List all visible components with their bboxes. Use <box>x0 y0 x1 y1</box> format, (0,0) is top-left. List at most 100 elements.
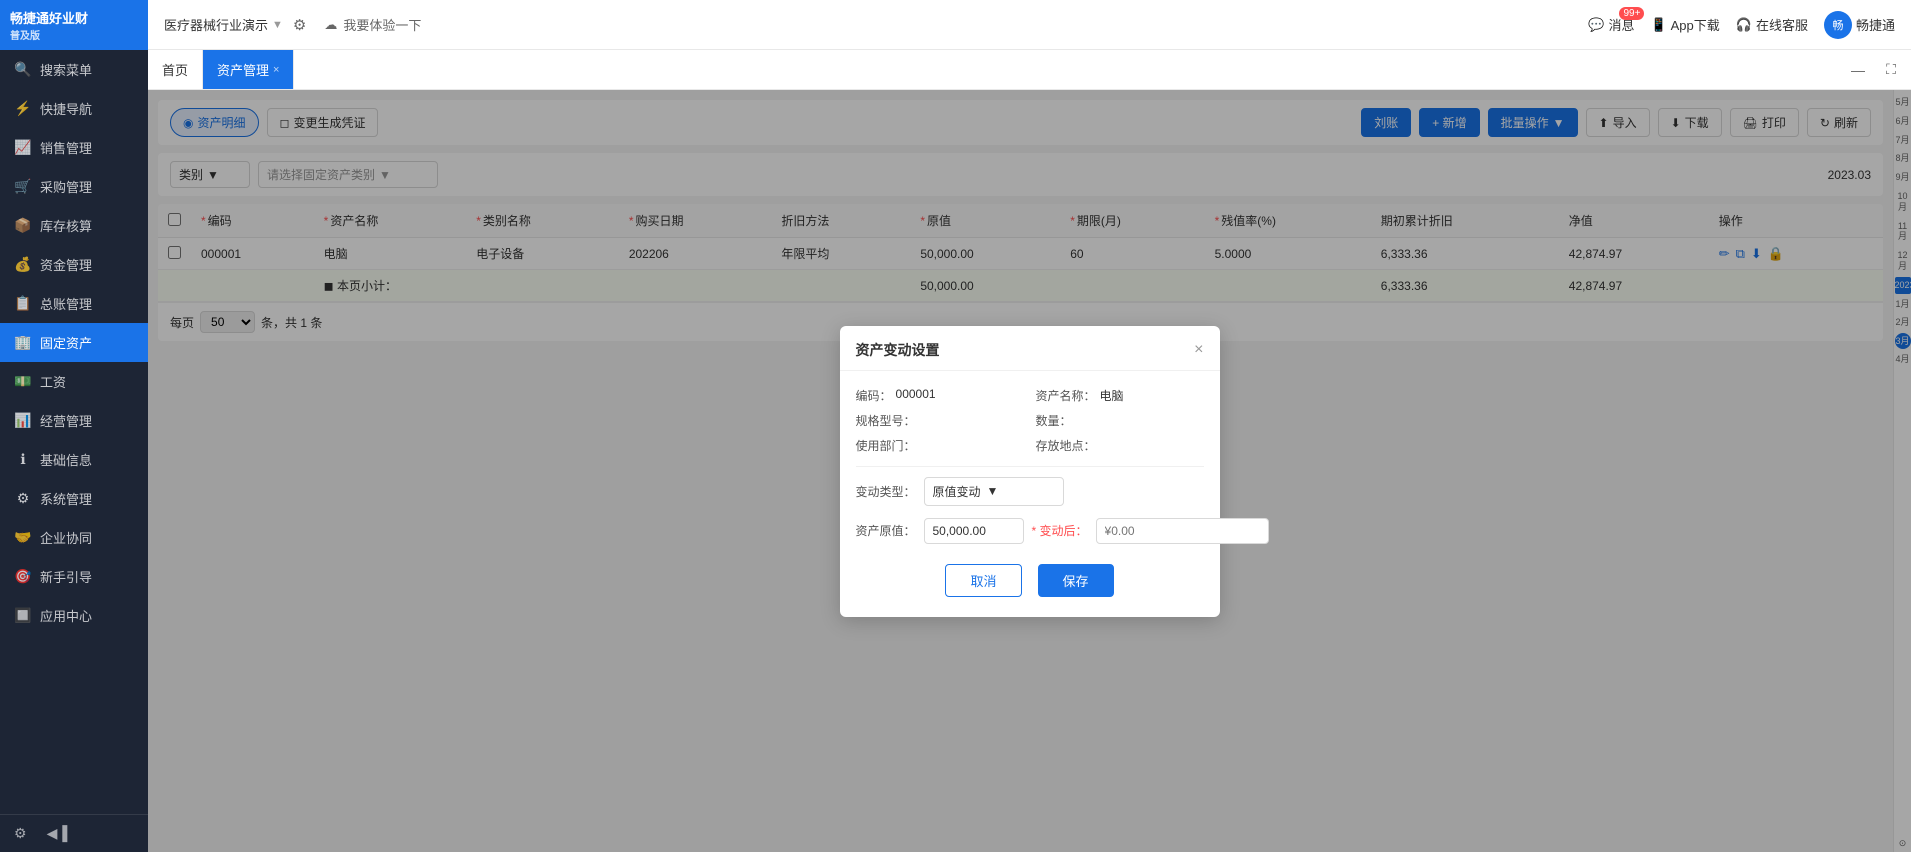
download-icon: 📱 <box>1650 17 1666 33</box>
quicknav-icon: ⚡ <box>14 100 32 118</box>
cloud-icon <box>324 17 337 33</box>
sidebar-item-sales[interactable]: 📈 销售管理 <box>0 128 148 167</box>
sidebar-item-inventory[interactable]: 📦 库存核算 <box>0 206 148 245</box>
sidebar-label: 应用中心 <box>40 606 92 625</box>
main-area: 医疗器械行业演示 ▼ ⚙ 我要体验一下 💬 消息 99+ 📱 App下载 🎧 在… <box>148 0 1911 852</box>
sidebar-label: 系统管理 <box>40 489 92 508</box>
sidebar-label: 快捷导航 <box>40 99 92 118</box>
content-area: ◉ 资产明细 ◻ 变更生成凭证 刘账 + 新增 批量操作 ▼ <box>148 90 1911 852</box>
cancel-button[interactable]: 取消 <box>945 564 1021 597</box>
collapse-icon[interactable]: ◀▐ <box>47 825 68 842</box>
finance-icon: 💰 <box>14 256 32 274</box>
sidebar-label: 库存核算 <box>40 216 92 235</box>
dialog-info-grid: 编码： 000001 资产名称： 电脑 规格型号： 数量： <box>856 387 1204 454</box>
ledger-icon: 📋 <box>14 295 32 313</box>
tab-close-btn[interactable]: × <box>273 64 279 76</box>
sidebar-item-quicknav[interactable]: ⚡ 快捷导航 <box>0 89 148 128</box>
change-type-row: 变动类型： 原值变动 ▼ <box>856 477 1204 506</box>
company-name: 医疗器械行业演示 <box>164 15 268 34</box>
sidebar-label: 资金管理 <box>40 255 92 274</box>
sales-icon: 📈 <box>14 139 32 157</box>
sidebar-item-basic-info[interactable]: ℹ 基础信息 <box>0 440 148 479</box>
tab-home[interactable]: 首页 <box>148 50 203 89</box>
dialog-spec-item: 规格型号： <box>856 412 1024 429</box>
chevron-down-icon: ▼ <box>987 484 999 498</box>
purchase-icon: 🛒 <box>14 178 32 196</box>
fixed-assets-icon: 🏢 <box>14 334 32 352</box>
search-icon: 🔍 <box>14 61 32 79</box>
sidebar-label: 工资 <box>40 372 66 391</box>
online-service-label: 在线客服 <box>1756 15 1808 34</box>
system-icon: ⚙ <box>14 490 32 508</box>
dialog-close-btn[interactable]: × <box>1194 341 1203 359</box>
sidebar-item-system[interactable]: ⚙ 系统管理 <box>0 479 148 518</box>
avatar: 畅 <box>1824 11 1852 39</box>
sidebar-item-guide[interactable]: 🎯 新手引导 <box>0 557 148 596</box>
app-center-icon: 🔲 <box>14 607 32 625</box>
sidebar-label: 新手引导 <box>40 567 92 586</box>
after-change-input[interactable] <box>1096 518 1269 544</box>
dialog-divider <box>856 466 1204 467</box>
asset-original-value: 50,000.00 <box>924 518 1024 544</box>
tab-maximize-btn[interactable]: ⛶ <box>1875 54 1907 86</box>
company-selector[interactable]: 医疗器械行业演示 ▼ <box>164 15 283 34</box>
dialog-header: 资产变动设置 × <box>840 326 1220 371</box>
dialog-code-value: 000001 <box>896 387 936 404</box>
sidebar-label: 销售管理 <box>40 138 92 157</box>
sidebar-label: 固定资产 <box>40 333 92 352</box>
asset-value-row: 资产原值： 50,000.00 * 变动后： <box>856 518 1204 544</box>
service-icon: 🎧 <box>1736 17 1752 33</box>
topbar-right: 💬 消息 99+ 📱 App下载 🎧 在线客服 畅 畅捷通 <box>1588 11 1895 39</box>
modal-overlay: 资产变动设置 × 编码： 000001 资产名称： 电脑 <box>148 90 1911 852</box>
sidebar-item-wages[interactable]: 💵 工资 <box>0 362 148 401</box>
asset-original-label: 资产原值： <box>856 522 916 539</box>
sidebar-item-fixed-assets[interactable]: 🏢 固定资产 <box>0 323 148 362</box>
tab-minimize-btn[interactable]: — <box>1842 54 1874 86</box>
tab-asset-management[interactable]: 资产管理 × <box>203 50 294 89</box>
sidebar: 畅捷通好业财 普及版 🔍 搜索菜单 ⚡ 快捷导航 📈 销售管理 🛒 采购管理 📦… <box>0 0 148 852</box>
user-menu[interactable]: 畅 畅捷通 <box>1824 11 1895 39</box>
company-chevron: ▼ <box>272 19 283 31</box>
tab-bar: 首页 资产管理 × — ⛶ <box>148 50 1911 90</box>
dialog-location-item: 存放地点： <box>1036 437 1204 454</box>
sidebar-nav: 🔍 搜索菜单 ⚡ 快捷导航 📈 销售管理 🛒 采购管理 📦 库存核算 💰 资金管… <box>0 50 148 814</box>
sidebar-item-search[interactable]: 🔍 搜索菜单 <box>0 50 148 89</box>
app-subtitle: 普及版 <box>10 27 88 42</box>
save-button[interactable]: 保存 <box>1038 564 1114 597</box>
notification-badge: 99+ <box>1619 7 1644 20</box>
sidebar-item-operations[interactable]: 📊 经营管理 <box>0 401 148 440</box>
topbar: 医疗器械行业演示 ▼ ⚙ 我要体验一下 💬 消息 99+ 📱 App下载 🎧 在… <box>148 0 1911 50</box>
sidebar-label: 总账管理 <box>40 294 92 313</box>
sidebar-item-finance[interactable]: 💰 资金管理 <box>0 245 148 284</box>
username: 畅捷通 <box>1856 15 1895 34</box>
change-type-select[interactable]: 原值变动 ▼ <box>924 477 1064 506</box>
guide-icon: 🎯 <box>14 568 32 586</box>
sidebar-item-collab[interactable]: 🤝 企业协同 <box>0 518 148 557</box>
notification-btn[interactable]: 💬 消息 99+ <box>1588 15 1634 34</box>
experience-btn[interactable]: 我要体验一下 <box>324 15 421 34</box>
wages-icon: 💵 <box>14 373 32 391</box>
dialog-body: 编码： 000001 资产名称： 电脑 规格型号： 数量： <box>840 371 1220 617</box>
dialog-title: 资产变动设置 <box>856 340 940 360</box>
settings-icon[interactable]: ⚙ <box>293 16 306 34</box>
sidebar-item-purchase[interactable]: 🛒 采购管理 <box>0 167 148 206</box>
asset-change-dialog: 资产变动设置 × 编码： 000001 资产名称： 电脑 <box>840 326 1220 617</box>
experience-text: 我要体验一下 <box>343 15 421 34</box>
info-icon: ℹ <box>14 451 32 469</box>
app-title: 畅捷通好业财 <box>10 8 88 27</box>
online-service-btn[interactable]: 🎧 在线客服 <box>1736 15 1808 34</box>
dialog-actions: 取消 保存 <box>856 556 1204 601</box>
settings-icon[interactable]: ⚙ <box>14 825 27 842</box>
sidebar-label: 基础信息 <box>40 450 92 469</box>
notification-icon: 💬 <box>1588 17 1604 33</box>
operations-icon: 📊 <box>14 412 32 430</box>
sidebar-label: 搜索菜单 <box>40 60 92 79</box>
app-download-btn[interactable]: 📱 App下载 <box>1650 15 1719 34</box>
sidebar-item-ledger[interactable]: 📋 总账管理 <box>0 284 148 323</box>
sidebar-label: 企业协同 <box>40 528 92 547</box>
collab-icon: 🤝 <box>14 529 32 547</box>
dialog-asset-name-item: 资产名称： 电脑 <box>1036 387 1204 404</box>
after-change-label: * 变动后： <box>1032 522 1088 539</box>
dialog-asset-name-value: 电脑 <box>1100 387 1124 404</box>
sidebar-item-app-center[interactable]: 🔲 应用中心 <box>0 596 148 635</box>
